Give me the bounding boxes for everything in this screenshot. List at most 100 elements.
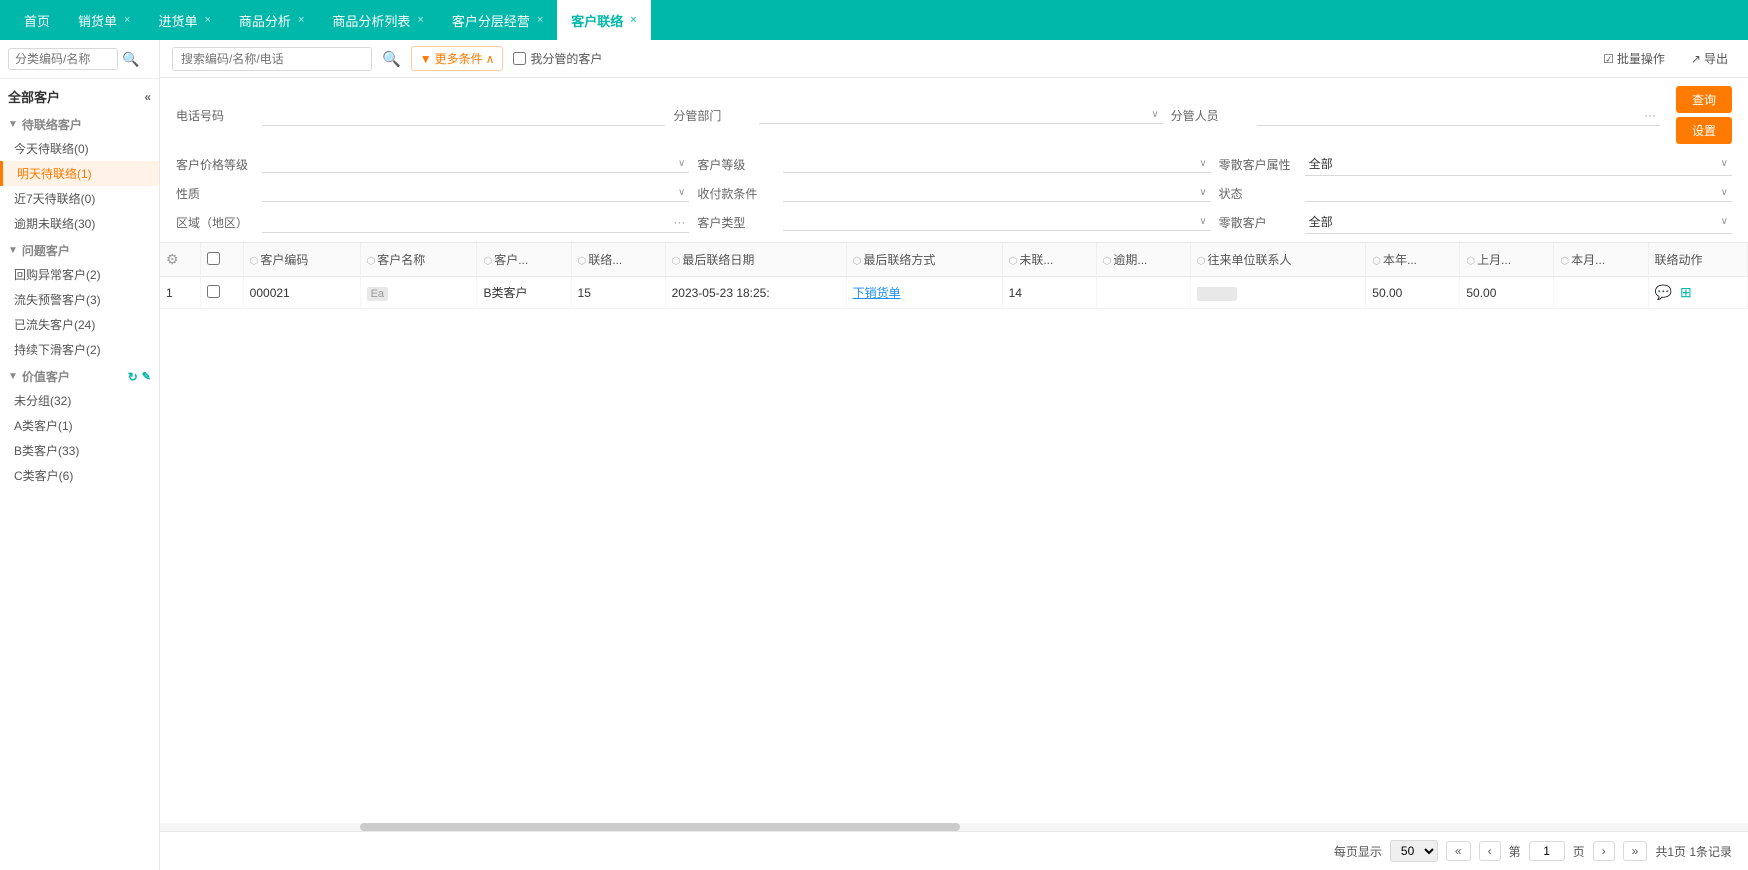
retail-select[interactable]: 全部 ∨ <box>1305 210 1732 234</box>
scroll-bar-thumb[interactable] <box>360 823 960 831</box>
search-input[interactable] <box>172 47 372 71</box>
grid-action-icon[interactable]: ⊞ <box>1680 284 1692 301</box>
nav-home[interactable]: 首页 <box>10 0 64 40</box>
nav-purchase-order[interactable]: 进货单 × <box>144 0 224 40</box>
nav-close-purchase-order[interactable]: × <box>204 14 210 26</box>
nav-close-product-analysis[interactable]: × <box>298 14 304 26</box>
nav-customer-tier[interactable]: 客户分层经营 × <box>438 0 557 40</box>
col-this-month[interactable]: ⬡本月... <box>1554 243 1648 277</box>
sidebar-item-overdue-pending[interactable]: 逾期未联络(30) <box>0 211 159 236</box>
phone-label: 电话号码 <box>176 107 256 124</box>
select-all-checkbox[interactable] <box>207 252 220 265</box>
cell-last-contact-method[interactable]: 下销货单 <box>846 277 1002 309</box>
nav-close-customer-tier[interactable]: × <box>537 14 543 26</box>
status-arrow: ∨ <box>1721 187 1728 198</box>
cell-overdue <box>1096 277 1190 309</box>
sidebar-search-input[interactable] <box>8 48 118 70</box>
region-select[interactable]: ··· <box>262 212 689 233</box>
col-customer-name[interactable]: ⬡客户名称 <box>360 243 477 277</box>
customer-type-select[interactable]: ∨ <box>783 213 1210 231</box>
sidebar-item-ungrouped[interactable]: 未分组(32) <box>0 388 159 413</box>
sidebar-item-tomorrow-pending[interactable]: 明天待联络(1) <box>0 161 159 186</box>
value-group-refresh[interactable]: ↻ <box>128 370 138 384</box>
nav-close-sales-order[interactable]: × <box>124 14 130 26</box>
sidebar-item-today-pending[interactable]: 今天待联络(0) <box>0 136 159 161</box>
cell-last-month: 50.00 <box>1460 277 1554 309</box>
first-page-button[interactable]: « <box>1446 841 1471 861</box>
status-label: 状态 <box>1219 185 1299 202</box>
nature-select[interactable]: ∨ <box>262 184 689 202</box>
sidebar-item-class-a[interactable]: A类客户(1) <box>0 413 159 438</box>
col-this-year[interactable]: ⬡本年... <box>1366 243 1460 277</box>
filter-payment: 收付款条件 ∨ <box>697 184 1210 202</box>
filter-customer-type: 客户类型 ∨ <box>697 213 1210 231</box>
status-select[interactable]: ∨ <box>1305 184 1732 202</box>
col-actions: 联络动作 <box>1648 243 1748 277</box>
col-last-month[interactable]: ⬡上月... <box>1460 243 1554 277</box>
col-settings[interactable]: ⚙ <box>160 243 201 277</box>
payment-select[interactable]: ∨ <box>783 184 1210 202</box>
nav-close-customer-contact[interactable]: × <box>630 14 636 26</box>
phone-input[interactable] <box>262 105 665 126</box>
my-customers-checkbox[interactable] <box>513 52 526 65</box>
sidebar-pending-group: ▼ 待联络客户 <box>0 110 159 136</box>
nav-close-product-analysis-list[interactable]: × <box>417 14 423 26</box>
sidebar-item-churned[interactable]: 已流失客户(24) <box>0 312 159 337</box>
cell-last-contact-date: 2023-05-23 18:25: <box>665 277 846 309</box>
col-uncontacted[interactable]: ⬡未联... <box>1002 243 1096 277</box>
sidebar-item-class-c[interactable]: C类客户(6) <box>0 463 159 488</box>
col-customer-code[interactable]: ⬡客户编码 <box>243 243 360 277</box>
col-contact-person[interactable]: ⬡往来单位联系人 <box>1190 243 1366 277</box>
export-button[interactable]: ↗ 导出 <box>1683 47 1736 70</box>
filter-icon: ▼ <box>420 52 432 66</box>
triangle-icon-3: ▼ <box>8 371 18 382</box>
last-page-button[interactable]: » <box>1623 841 1648 861</box>
settings-button[interactable]: 设置 <box>1676 117 1732 144</box>
retail-attr-arrow: ∨ <box>1721 158 1728 169</box>
row-checkbox[interactable] <box>207 285 220 298</box>
value-group-edit[interactable]: ✎ <box>142 370 151 383</box>
cell-checkbox[interactable] <box>201 277 243 309</box>
sidebar-item-7days-pending[interactable]: 近7天待联络(0) <box>0 186 159 211</box>
price-level-select[interactable]: ∨ <box>262 155 689 173</box>
search-button[interactable]: 🔍 <box>382 50 401 68</box>
settings-icon[interactable]: ⚙ <box>166 251 179 267</box>
sidebar-all-customers[interactable]: 全部客户 « <box>0 79 159 110</box>
col-customer-type[interactable]: ⬡客户... <box>477 243 571 277</box>
page-input[interactable] <box>1529 841 1565 861</box>
my-customers-checkbox-area[interactable]: 我分管的客户 <box>513 50 602 67</box>
sidebar-item-churn-warning[interactable]: 流失预警客户(3) <box>0 287 159 312</box>
nav-customer-contact[interactable]: 客户联络 × <box>557 0 650 40</box>
prev-page-button[interactable]: ‹ <box>1479 841 1501 861</box>
col-checkbox <box>201 243 243 277</box>
col-last-contact-date[interactable]: ⬡最后联络日期 <box>665 243 846 277</box>
sidebar-search-icon[interactable]: 🔍 <box>122 51 139 68</box>
chevron-up-icon: ∧ <box>486 52 495 66</box>
col-contact-count[interactable]: ⬡联络... <box>571 243 665 277</box>
sidebar-item-declining[interactable]: 持续下滑客户(2) <box>0 337 159 362</box>
per-page-select[interactable]: 50 <box>1390 840 1438 862</box>
manager-dots[interactable]: ··· <box>1644 108 1656 122</box>
next-page-button[interactable]: › <box>1593 841 1615 861</box>
nav-sales-order[interactable]: 销货单 × <box>64 0 144 40</box>
retail-attr-select[interactable]: 全部 ∨ <box>1305 152 1732 176</box>
scroll-bar-area <box>160 823 1748 831</box>
dept-select[interactable]: ∨ <box>759 106 1162 124</box>
nav-product-analysis-list[interactable]: 商品分析列表 × <box>318 0 437 40</box>
query-button[interactable]: 查询 <box>1676 86 1732 113</box>
col-last-contact-method[interactable]: ⬡最后联络方式 <box>846 243 1002 277</box>
filter-region: 区域（地区） ··· <box>176 212 689 233</box>
more-conditions-button[interactable]: ▼ 更多条件 ∧ <box>411 46 504 71</box>
masked-name: Ea <box>367 287 388 301</box>
col-overdue[interactable]: ⬡逾期... <box>1096 243 1190 277</box>
region-dots[interactable]: ··· <box>673 215 685 229</box>
chat-action-icon[interactable]: 💬 <box>1655 284 1672 301</box>
manager-select[interactable]: ··· <box>1257 105 1660 126</box>
sidebar-item-abnormal-repurchase[interactable]: 回购异常客户(2) <box>0 262 159 287</box>
sidebar-item-class-b[interactable]: B类客户(33) <box>0 438 159 463</box>
cell-customer-type: B类客户 <box>477 277 571 309</box>
bulk-action-button[interactable]: ☑ 批量操作 <box>1595 47 1673 70</box>
customer-level-label: 客户等级 <box>697 156 777 173</box>
customer-level-select[interactable]: ∨ <box>783 155 1210 173</box>
nav-product-analysis[interactable]: 商品分析 × <box>225 0 318 40</box>
